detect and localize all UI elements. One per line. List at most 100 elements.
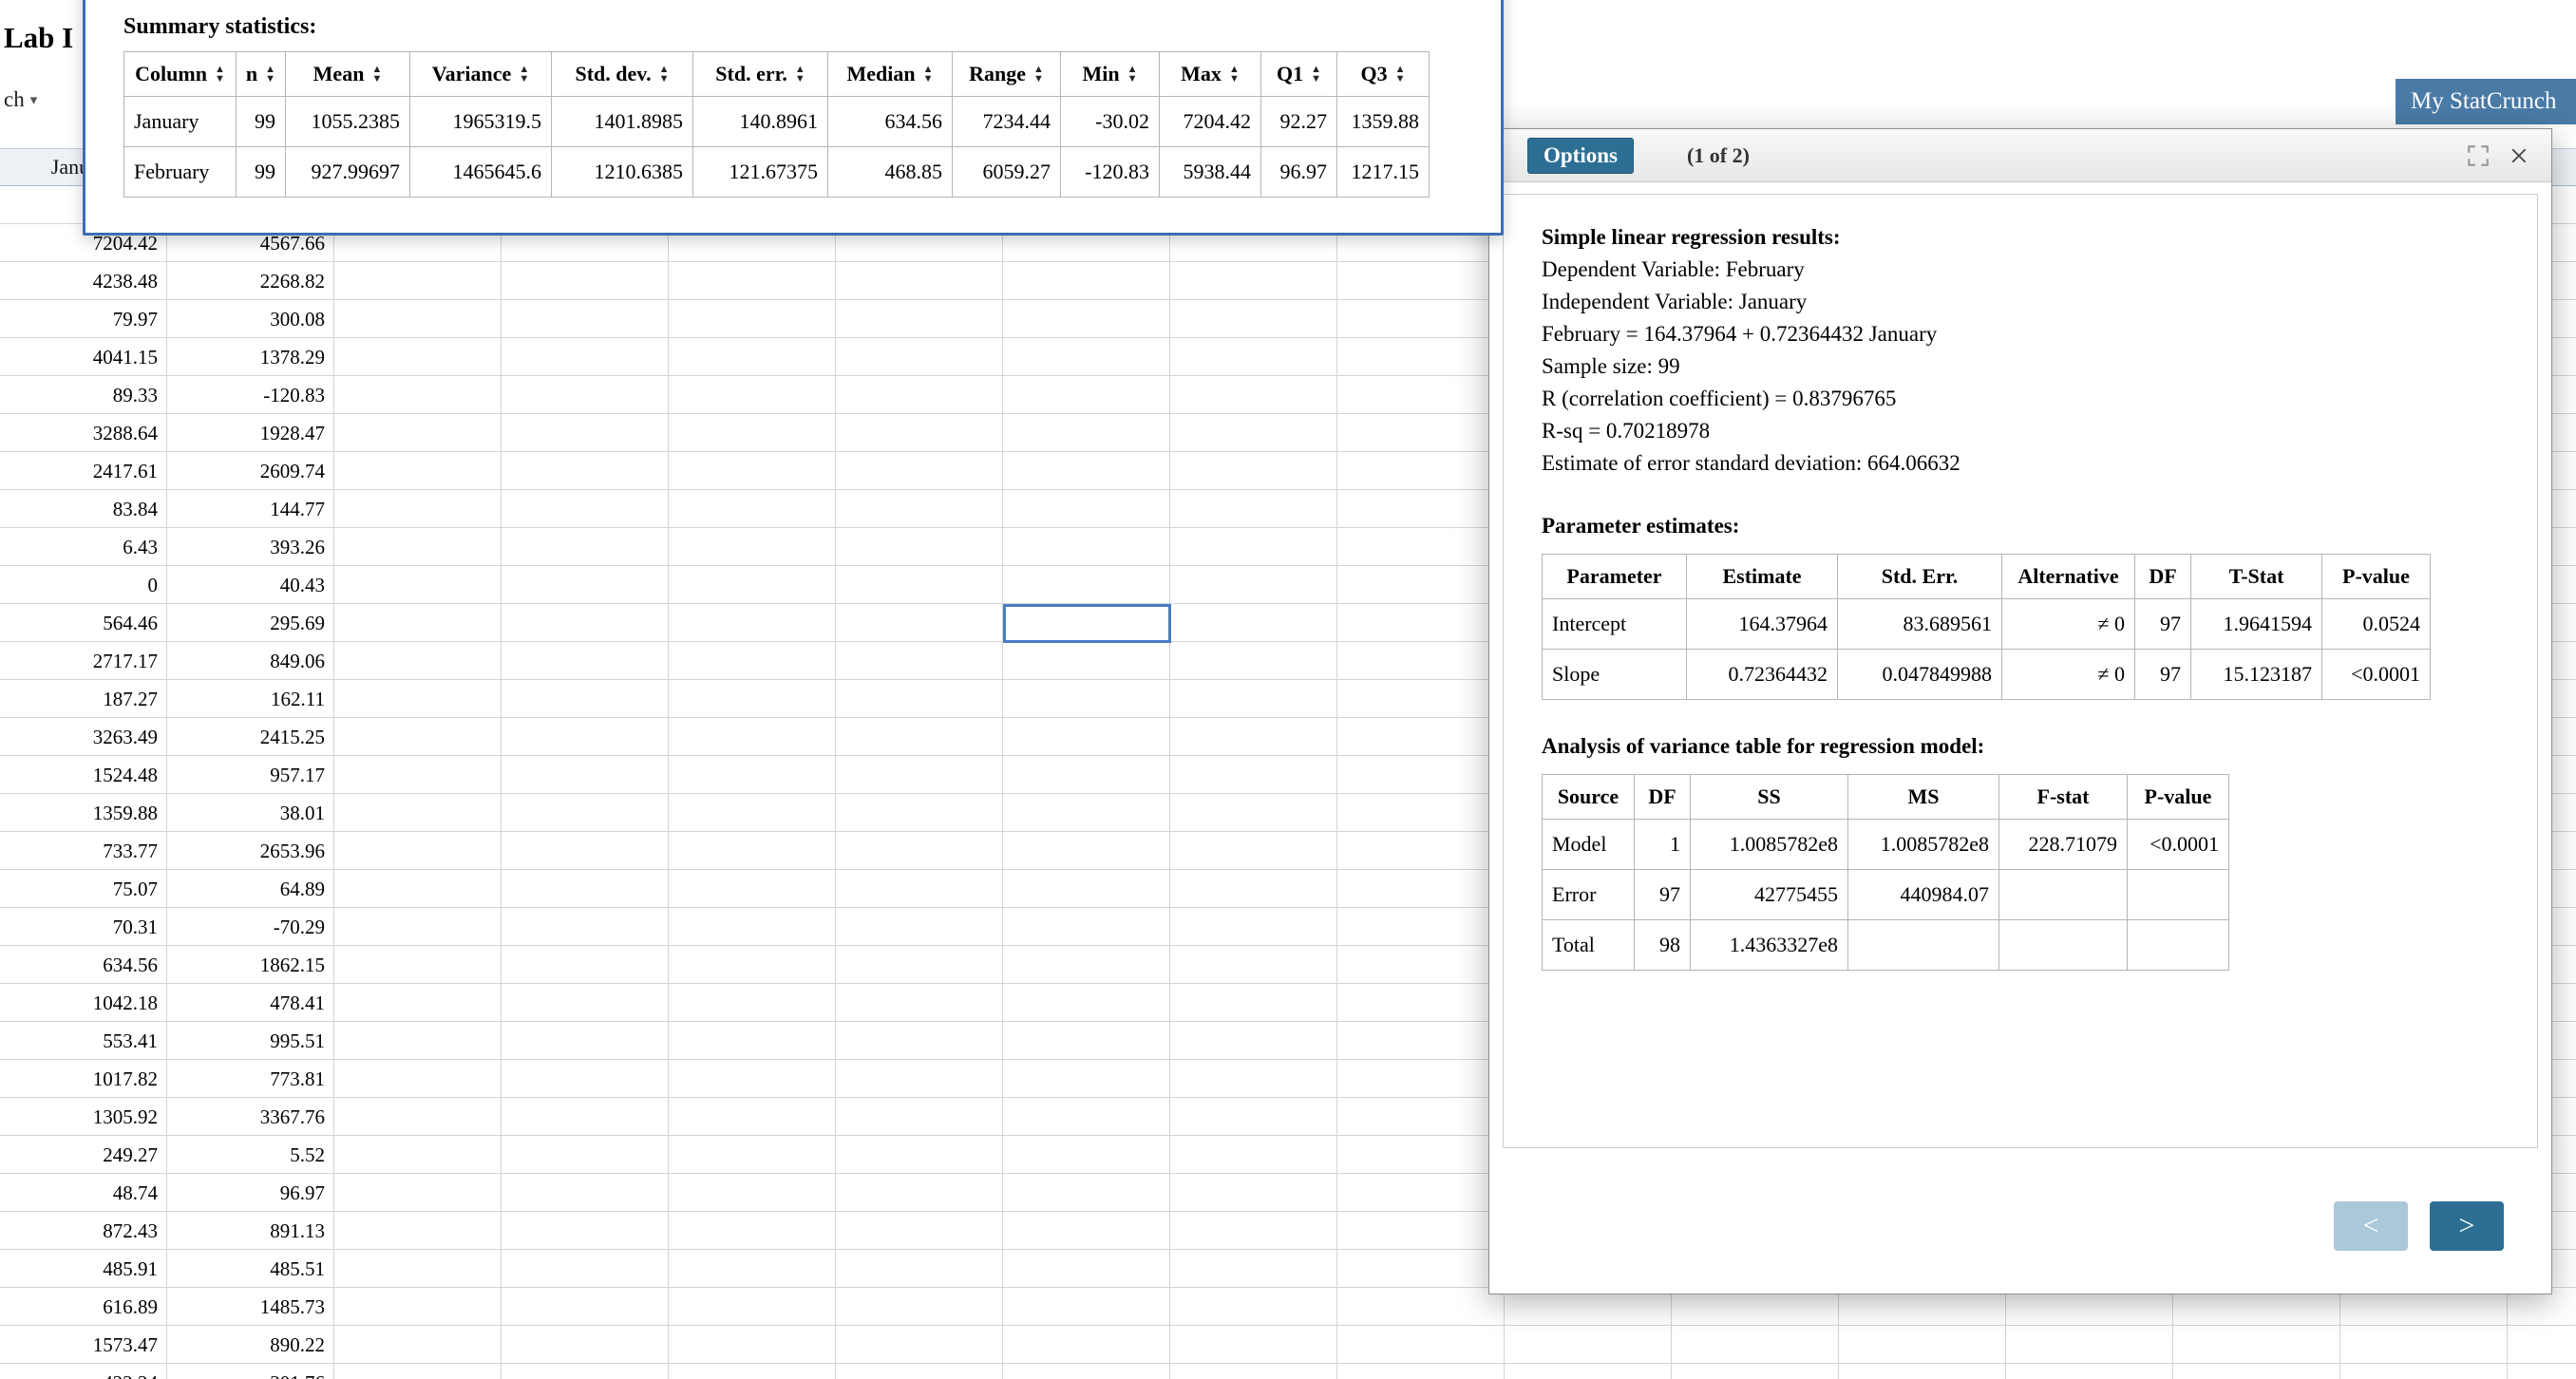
next-result-button[interactable]: > bbox=[2430, 1201, 2504, 1251]
grid-cell[interactable]: 485.51 bbox=[167, 1250, 334, 1288]
grid-cell[interactable]: 616.89 bbox=[0, 1288, 167, 1326]
grid-cell[interactable]: 1928.47 bbox=[167, 414, 334, 452]
grid-cell[interactable]: 634.56 bbox=[0, 946, 167, 984]
grid-cell[interactable]: 4238.48 bbox=[0, 262, 167, 300]
grid-cell[interactable]: 2268.82 bbox=[167, 262, 334, 300]
grid-cell[interactable]: 38.01 bbox=[167, 794, 334, 832]
summary-column-header[interactable]: Max ▲ ▼ bbox=[1159, 51, 1261, 97]
grid-cell[interactable]: 187.27 bbox=[0, 680, 167, 718]
grid-cell[interactable]: 40.43 bbox=[167, 566, 334, 604]
grid-cell[interactable]: 3367.76 bbox=[167, 1098, 334, 1136]
sort-icon[interactable]: ▲ ▼ bbox=[265, 65, 275, 85]
grid-cell[interactable]: 485.91 bbox=[0, 1250, 167, 1288]
grid-cell[interactable]: 773.81 bbox=[167, 1060, 334, 1098]
summary-cell: 1359.88 bbox=[1336, 96, 1430, 147]
summary-column-header[interactable]: n ▲ ▼ bbox=[236, 51, 286, 97]
summary-column-header[interactable]: Mean ▲ ▼ bbox=[285, 51, 410, 97]
grid-cell[interactable]: 96.97 bbox=[167, 1174, 334, 1212]
grid-cell[interactable]: -70.29 bbox=[167, 908, 334, 946]
summary-column-header[interactable]: Q3 ▲ ▼ bbox=[1336, 51, 1430, 97]
grid-cell[interactable]: 1017.82 bbox=[0, 1060, 167, 1098]
grid-cell[interactable]: 64.89 bbox=[167, 870, 334, 908]
summary-column-header[interactable]: Min ▲ ▼ bbox=[1060, 51, 1160, 97]
grid-cell[interactable]: 5.52 bbox=[167, 1136, 334, 1174]
grid-cell[interactable]: 3288.64 bbox=[0, 414, 167, 452]
grid-cell[interactable]: 1524.48 bbox=[0, 756, 167, 794]
options-button[interactable]: Options bbox=[1527, 137, 1634, 174]
summary-column-header[interactable]: Column ▲ ▼ bbox=[123, 51, 237, 97]
grid-cell[interactable]: 75.07 bbox=[0, 870, 167, 908]
chevron-down-icon: ▾ bbox=[29, 93, 38, 108]
grid-cell[interactable]: 4041.15 bbox=[0, 338, 167, 376]
grid-cell[interactable]: 162.11 bbox=[167, 680, 334, 718]
grid-cell[interactable]: 733.77 bbox=[0, 832, 167, 870]
grid-cell[interactable]: 295.69 bbox=[167, 604, 334, 642]
summary-column-header[interactable]: Range ▲ ▼ bbox=[952, 51, 1061, 97]
summary-column-header[interactable]: Median ▲ ▼ bbox=[827, 51, 953, 97]
grid-cell[interactable]: 3263.49 bbox=[0, 718, 167, 756]
sort-icon[interactable]: ▲ ▼ bbox=[371, 65, 382, 85]
summary-cell: 1055.2385 bbox=[285, 96, 410, 147]
grid-cell[interactable]: 1573.47 bbox=[0, 1326, 167, 1364]
close-icon[interactable]: × bbox=[2510, 139, 2529, 173]
summary-cell: 92.27 bbox=[1260, 96, 1337, 147]
grid-cell[interactable]: 2415.25 bbox=[167, 718, 334, 756]
grid-cell[interactable]: 70.31 bbox=[0, 908, 167, 946]
grid-cell[interactable]: 79.97 bbox=[0, 300, 167, 338]
grid-cell[interactable]: 48.74 bbox=[0, 1174, 167, 1212]
grid-cell[interactable]: 249.27 bbox=[0, 1136, 167, 1174]
statcrunch-menu[interactable]: ch ▾ bbox=[4, 87, 37, 112]
grid-cell[interactable]: 957.17 bbox=[167, 756, 334, 794]
selected-cell[interactable] bbox=[1003, 604, 1171, 643]
grid-cell[interactable]: 83.84 bbox=[0, 490, 167, 528]
anova-cell: Model bbox=[1542, 819, 1635, 870]
sort-icon[interactable]: ▲ ▼ bbox=[1395, 65, 1406, 85]
sort-icon[interactable]: ▲ ▼ bbox=[1127, 65, 1138, 85]
summary-column-header[interactable]: Std. err. ▲ ▼ bbox=[692, 51, 828, 97]
sort-icon[interactable]: ▲ ▼ bbox=[659, 65, 670, 85]
previous-result-button[interactable]: < bbox=[2334, 1201, 2408, 1251]
grid-cell[interactable]: 872.43 bbox=[0, 1212, 167, 1250]
sort-icon[interactable]: ▲ ▼ bbox=[1311, 65, 1321, 85]
grid-cell[interactable]: 300.08 bbox=[167, 300, 334, 338]
grid-cell[interactable]: 2717.17 bbox=[0, 642, 167, 680]
grid-cell[interactable]: 890.22 bbox=[167, 1326, 334, 1364]
grid-cell[interactable]: 995.51 bbox=[167, 1022, 334, 1060]
my-statcrunch-nav[interactable]: My StatCrunch bbox=[2396, 79, 2576, 124]
summary-column-label: Min bbox=[1082, 62, 1120, 85]
grid-cell[interactable]: 1305.92 bbox=[0, 1098, 167, 1136]
grid-cell[interactable]: 849.06 bbox=[167, 642, 334, 680]
grid-cell[interactable]: 2653.96 bbox=[167, 832, 334, 870]
grid-cell[interactable]: -120.83 bbox=[167, 376, 334, 414]
grid-cell[interactable]: 1862.15 bbox=[167, 946, 334, 984]
sort-icon[interactable]: ▲ ▼ bbox=[1229, 65, 1240, 85]
grid-cell[interactable]: 2609.74 bbox=[167, 452, 334, 490]
summary-column-header[interactable]: Variance ▲ ▼ bbox=[409, 51, 552, 97]
sort-icon[interactable]: ▲ ▼ bbox=[923, 65, 934, 85]
grid-cell[interactable]: 1378.29 bbox=[167, 338, 334, 376]
grid-cell[interactable]: 144.77 bbox=[167, 490, 334, 528]
grid-cell[interactable]: 422.24 bbox=[0, 1364, 167, 1379]
grid-cell[interactable]: 2417.61 bbox=[0, 452, 167, 490]
sort-icon[interactable]: ▲ ▼ bbox=[215, 65, 225, 85]
grid-cell[interactable]: 478.41 bbox=[167, 984, 334, 1022]
grid-cell[interactable]: 1042.18 bbox=[0, 984, 167, 1022]
grid-cell[interactable]: 89.33 bbox=[0, 376, 167, 414]
grid-cell[interactable]: 553.41 bbox=[0, 1022, 167, 1060]
grid-cell[interactable]: 393.26 bbox=[167, 528, 334, 566]
grid-cell[interactable]: 301.76 bbox=[167, 1364, 334, 1379]
sort-icon[interactable]: ▲ ▼ bbox=[795, 65, 805, 85]
grid-cell[interactable]: 6.43 bbox=[0, 528, 167, 566]
expand-icon[interactable] bbox=[2466, 143, 2491, 168]
statcrunch-menu-label: ch bbox=[4, 87, 25, 111]
sort-icon[interactable]: ▲ ▼ bbox=[1033, 65, 1044, 85]
sort-icon[interactable]: ▲ ▼ bbox=[519, 65, 529, 85]
summary-column-header[interactable]: Q1 ▲ ▼ bbox=[1260, 51, 1337, 97]
table-row: Total 98 1.4363327e8 bbox=[1542, 919, 2229, 971]
grid-cell[interactable]: 1485.73 bbox=[167, 1288, 334, 1326]
grid-cell[interactable]: 891.13 bbox=[167, 1212, 334, 1250]
summary-column-header[interactable]: Std. dev. ▲ ▼ bbox=[551, 51, 693, 97]
grid-cell[interactable]: 0 bbox=[0, 566, 167, 604]
grid-cell[interactable]: 564.46 bbox=[0, 604, 167, 642]
grid-cell[interactable]: 1359.88 bbox=[0, 794, 167, 832]
